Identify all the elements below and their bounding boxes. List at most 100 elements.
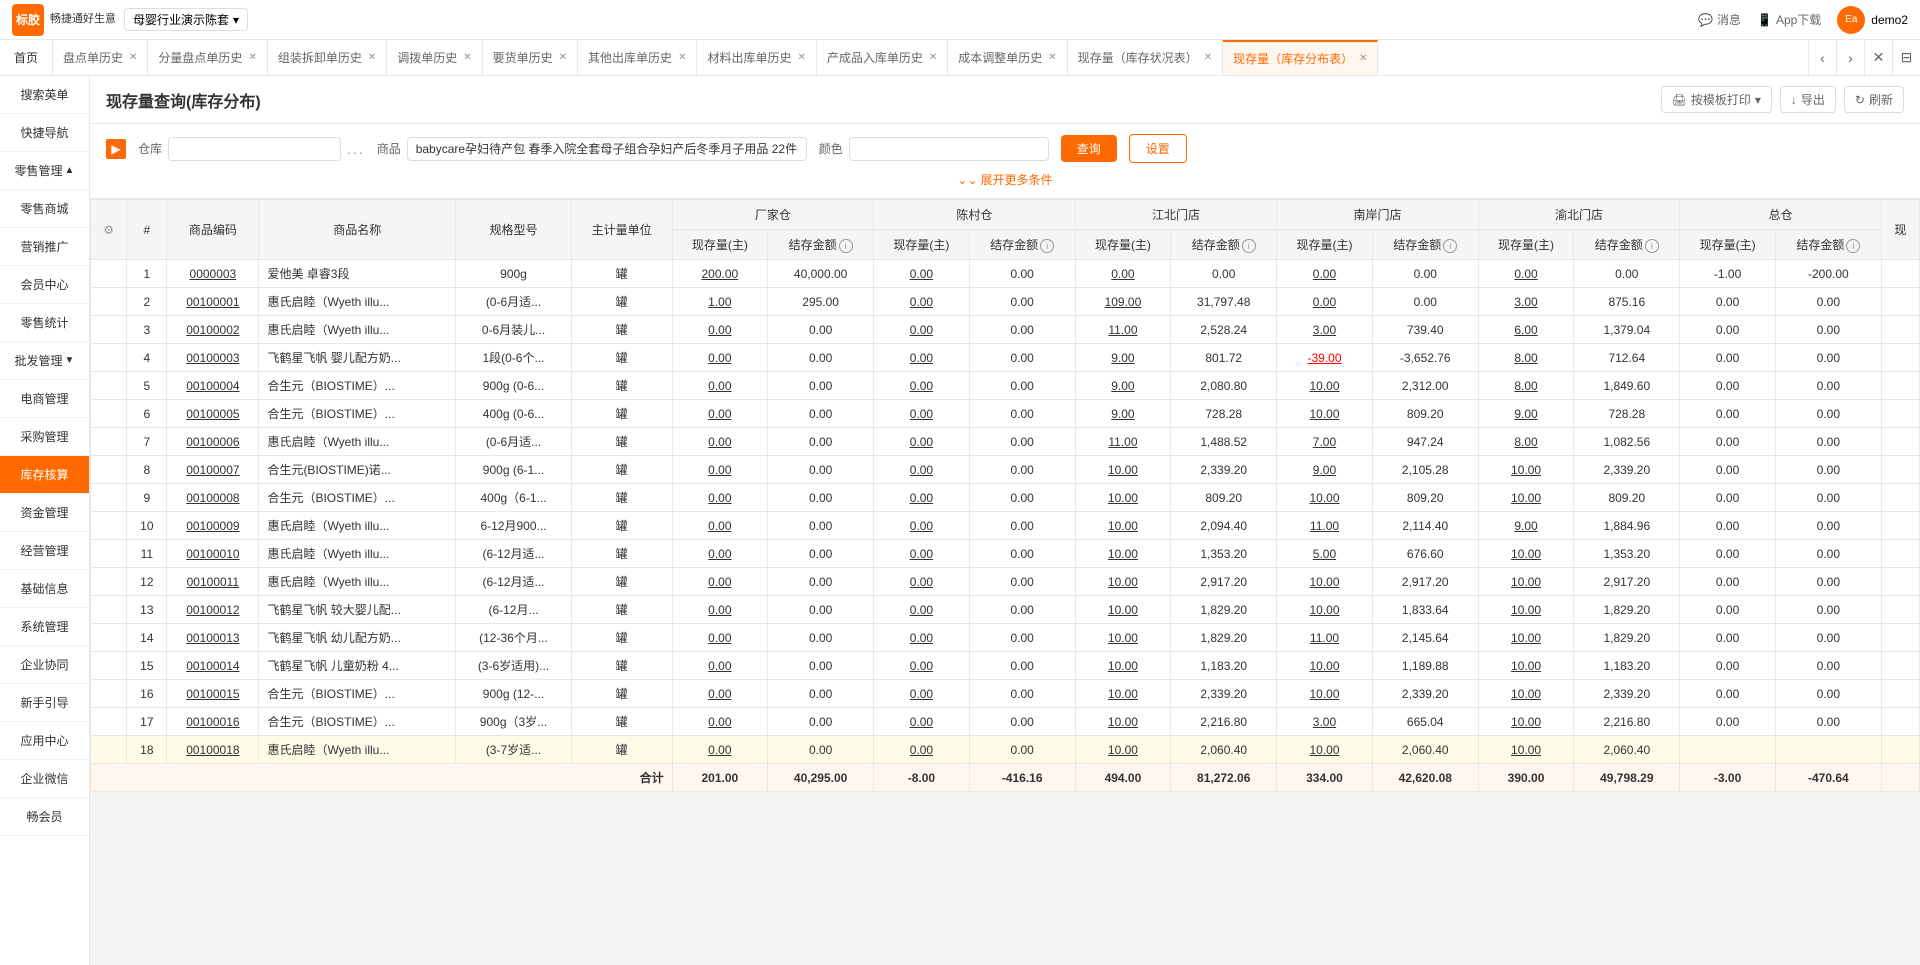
nav-prev-button[interactable]: ‹ [1808, 40, 1836, 76]
code-link[interactable]: 00100012 [186, 603, 239, 617]
stock-link[interactable]: 10.00 [1108, 463, 1138, 477]
stock-link[interactable]: 10.00 [1511, 575, 1541, 589]
store-select[interactable]: 母婴行业演示陈套 ▾ [124, 8, 248, 31]
stock-link[interactable]: 10.00 [1511, 547, 1541, 561]
close-icon[interactable]: ✕ [559, 52, 567, 63]
sidebar-item-purchase[interactable]: 采购管理 [0, 418, 89, 456]
tab-cailiao[interactable]: 材料出库单历史 ✕ [697, 40, 816, 76]
stock-link[interactable]: 10.00 [1511, 687, 1541, 701]
code-link[interactable]: 00100004 [186, 379, 239, 393]
dots-icon[interactable]: ... [347, 141, 365, 157]
expand-conditions-button[interactable]: ⌄⌄ 展开更多条件 [957, 171, 1052, 188]
tab-chengben[interactable]: 成本调整单历史 ✕ [948, 40, 1067, 76]
stock-link[interactable]: 9.00 [1111, 407, 1134, 421]
stock-link[interactable]: 10.00 [1108, 631, 1138, 645]
stock-link[interactable]: 0.00 [910, 743, 933, 757]
color-input[interactable] [849, 137, 1049, 161]
close-icon[interactable]: ✕ [1204, 52, 1212, 63]
stock-link[interactable]: 10.00 [1511, 603, 1541, 617]
info-icon[interactable]: i [1443, 239, 1457, 253]
code-link[interactable]: 00100016 [186, 715, 239, 729]
stock-link[interactable]: 10.00 [1511, 743, 1541, 757]
tab-xiancunliang1[interactable]: 现存量（库存状况表） ✕ [1068, 40, 1223, 76]
close-icon[interactable]: ✕ [129, 52, 137, 63]
stock-link[interactable]: 10.00 [1309, 407, 1339, 421]
stock-link[interactable]: 0.00 [708, 351, 731, 365]
close-icon[interactable]: ✕ [929, 52, 937, 63]
code-link[interactable]: 00100015 [186, 687, 239, 701]
tab-diaopo[interactable]: 调拨单历史 ✕ [387, 40, 482, 76]
tab-yaohuo[interactable]: 要货单历史 ✕ [483, 40, 578, 76]
nav-menu-button[interactable]: ⊟ [1892, 40, 1920, 76]
search-button[interactable]: 查询 [1061, 135, 1117, 162]
stock-link[interactable]: 0.00 [910, 687, 933, 701]
sidebar-item-nav[interactable]: 快捷导航 [0, 114, 89, 152]
stock-link[interactable]: 10.00 [1511, 463, 1541, 477]
code-link[interactable]: 00100002 [186, 323, 239, 337]
info-icon[interactable]: i [1040, 239, 1054, 253]
stock-link[interactable]: 10.00 [1108, 743, 1138, 757]
stock-link[interactable]: 3.00 [1514, 295, 1537, 309]
stock-link[interactable]: 10.00 [1108, 491, 1138, 505]
stock-link[interactable]: 10.00 [1511, 631, 1541, 645]
stock-link[interactable]: 10.00 [1511, 659, 1541, 673]
sidebar-item-member2[interactable]: 畅会员 [0, 798, 89, 836]
stock-link[interactable]: 10.00 [1108, 659, 1138, 673]
stock-link[interactable]: 0.00 [910, 715, 933, 729]
stock-link[interactable]: 3.00 [1313, 323, 1336, 337]
code-link[interactable]: 00100010 [186, 547, 239, 561]
sidebar-item-retailing[interactable]: 零售商城 [0, 190, 89, 228]
stock-link[interactable]: 11.00 [1108, 323, 1137, 337]
nav-close-button[interactable]: ✕ [1864, 40, 1892, 76]
stock-link[interactable]: -39.00 [1307, 351, 1341, 365]
stock-link[interactable]: 11.00 [1310, 519, 1339, 533]
code-link[interactable]: 0000003 [190, 267, 237, 281]
code-link[interactable]: 00100007 [186, 463, 239, 477]
tab-xiancunliang2[interactable]: 现存量（库存分布表） ✕ [1223, 40, 1378, 76]
nav-next-button[interactable]: › [1836, 40, 1864, 76]
sidebar-item-marketing[interactable]: 营销推广 [0, 228, 89, 266]
sidebar-item-wholesale[interactable]: 批发管理 ▼ [0, 342, 89, 380]
sidebar-item-retail-stats[interactable]: 零售统计 [0, 304, 89, 342]
stock-link[interactable]: 6.00 [1514, 323, 1537, 337]
stock-link[interactable]: 109.00 [1105, 295, 1142, 309]
product-input[interactable] [407, 137, 807, 161]
code-link[interactable]: 00100008 [186, 491, 239, 505]
tab-pandian[interactable]: 盘点单历史 ✕ [53, 40, 148, 76]
stock-link[interactable]: 10.00 [1108, 575, 1138, 589]
stock-link[interactable]: 0.00 [1111, 267, 1134, 281]
stock-link[interactable]: 0.00 [708, 519, 731, 533]
expand-arrow[interactable]: ▶ [106, 139, 126, 159]
stock-link[interactable]: 10.00 [1309, 687, 1339, 701]
stock-link[interactable]: 0.00 [708, 463, 731, 477]
stock-link[interactable]: 0.00 [708, 687, 731, 701]
sidebar-item-apps[interactable]: 应用中心 [0, 722, 89, 760]
stock-link[interactable]: 0.00 [910, 435, 933, 449]
info-icon[interactable]: i [839, 239, 853, 253]
stock-link[interactable]: 10.00 [1108, 519, 1138, 533]
stock-link[interactable]: 11.00 [1108, 435, 1137, 449]
stock-link[interactable]: 8.00 [1514, 351, 1537, 365]
stock-link[interactable]: 10.00 [1511, 715, 1541, 729]
stock-link[interactable]: 0.00 [1313, 267, 1336, 281]
stock-link[interactable]: 10.00 [1108, 715, 1138, 729]
stock-link[interactable]: 0.00 [910, 519, 933, 533]
refresh-button[interactable]: ↻ 刷新 [1844, 86, 1904, 113]
close-icon[interactable]: ✕ [368, 52, 376, 63]
stock-link[interactable]: 0.00 [910, 547, 933, 561]
sidebar-item-system[interactable]: 系统管理 [0, 608, 89, 646]
stock-link[interactable]: 10.00 [1108, 687, 1138, 701]
stock-link[interactable]: 0.00 [708, 491, 731, 505]
close-icon[interactable]: ✕ [248, 52, 256, 63]
code-link[interactable]: 00100014 [186, 659, 239, 673]
sidebar-item-guide[interactable]: 新手引导 [0, 684, 89, 722]
sidebar-item-weixin[interactable]: 企业微信 [0, 760, 89, 798]
stock-link[interactable]: 10.00 [1108, 603, 1138, 617]
stock-link[interactable]: 0.00 [1313, 295, 1336, 309]
sidebar-item-operations[interactable]: 经营管理 [0, 532, 89, 570]
close-icon[interactable]: ✕ [797, 52, 805, 63]
stock-link[interactable]: 0.00 [708, 743, 731, 757]
stock-link[interactable]: 5.00 [1313, 547, 1336, 561]
stock-link[interactable]: 10.00 [1108, 547, 1138, 561]
stock-link[interactable]: 3.00 [1313, 715, 1336, 729]
